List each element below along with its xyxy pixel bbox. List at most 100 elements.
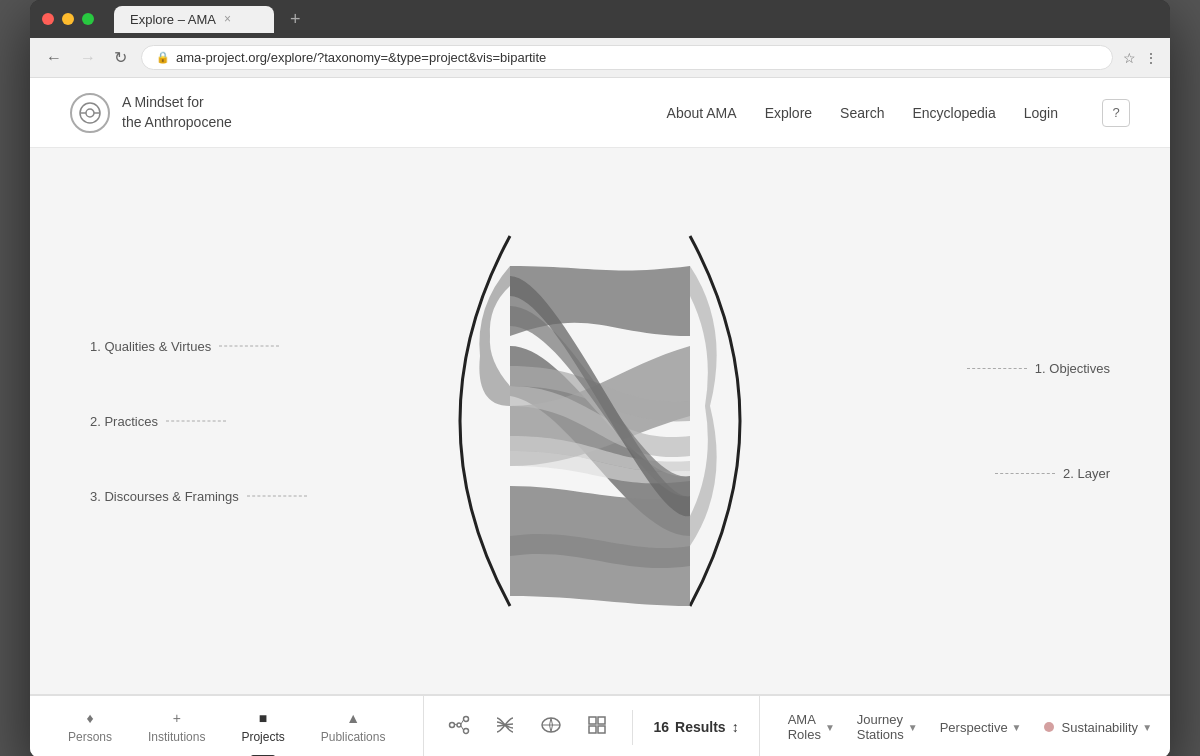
nav-search[interactable]: Search: [840, 105, 884, 121]
ama-roles-arrow: ▼: [825, 722, 835, 733]
maximize-button[interactable]: [82, 13, 94, 25]
bipartite-svg: [310, 206, 890, 636]
forward-button[interactable]: →: [76, 45, 100, 71]
site-nav: About AMA Explore Search Encyclopedia Lo…: [667, 99, 1130, 127]
results-count: 16 Results ↕: [633, 696, 759, 756]
nav-about-ama[interactable]: About AMA: [667, 105, 737, 121]
publications-label: Publications: [321, 730, 386, 744]
sustainability-label: Sustainability: [1062, 720, 1139, 735]
grid-icon: [586, 714, 608, 736]
left-label-2: 2. Practices: [90, 414, 307, 429]
new-tab-button[interactable]: +: [290, 9, 301, 30]
map-viz-button[interactable]: [536, 710, 566, 745]
results-label: Results: [675, 719, 726, 735]
logo-circle: [70, 93, 110, 133]
svg-rect-16: [598, 726, 605, 733]
lock-icon: 🔒: [156, 51, 170, 64]
left-label-1: 1. Qualities & Virtues: [90, 339, 307, 354]
projects-icon: ■: [259, 710, 267, 726]
tab-title: Explore – AMA: [130, 12, 216, 27]
browser-window: Explore – AMA × + ← → ↻ 🔒 ama-project.or…: [30, 0, 1170, 756]
right-label-1: 1. Objectives: [967, 361, 1110, 376]
site-logo: A Mindset for the Anthropocene: [70, 93, 232, 133]
svg-rect-13: [589, 717, 596, 724]
svg-point-4: [450, 722, 455, 727]
svg-point-7: [457, 723, 461, 727]
svg-point-6: [464, 728, 469, 733]
journey-stations-arrow: ▼: [908, 722, 918, 733]
help-button[interactable]: ?: [1102, 99, 1130, 127]
nav-login[interactable]: Login: [1024, 105, 1058, 121]
publications-icon: ▲: [346, 710, 360, 726]
back-button[interactable]: ←: [42, 45, 66, 71]
address-bar[interactable]: 🔒 ama-project.org/explore/?taxonomy=&typ…: [141, 45, 1113, 70]
left-label-3: 3. Discourses & Framings: [90, 489, 307, 504]
tab-projects[interactable]: ■ Projects: [223, 696, 302, 756]
journey-stations-label: Journey Stations: [857, 712, 904, 742]
bipartite-viz-button[interactable]: [490, 710, 520, 745]
tab-persons[interactable]: ♦ Persons: [50, 696, 130, 756]
site-title-text: A Mindset for the Anthropocene: [122, 93, 232, 132]
map-icon: [540, 714, 562, 736]
svg-rect-15: [589, 726, 596, 733]
count-number: 16: [653, 719, 669, 735]
browser-tab[interactable]: Explore – AMA ×: [114, 6, 274, 33]
browser-titlebar: Explore – AMA × +: [30, 0, 1170, 38]
filter-inner-change[interactable]: Inner Change ▼: [1166, 708, 1170, 746]
viz-area: 1. Qualities & Virtues 2. Practices 3. D…: [30, 148, 1170, 694]
svg-line-10: [461, 726, 464, 730]
right-label-2: 2. Layer: [967, 466, 1110, 481]
nav-explore[interactable]: Explore: [765, 105, 812, 121]
persons-icon: ♦: [86, 710, 93, 726]
minimize-button[interactable]: [62, 13, 74, 25]
right-labels: 1. Objectives 2. Layer: [967, 361, 1110, 481]
toolbar-icons: ☆ ⋮: [1123, 50, 1158, 66]
institutions-label: Institutions: [148, 730, 205, 744]
filter-perspective[interactable]: Perspective ▼: [932, 716, 1030, 739]
bookmark-button[interactable]: ☆: [1123, 50, 1136, 66]
projects-label: Projects: [241, 730, 284, 744]
reload-button[interactable]: ↻: [110, 44, 131, 71]
tab-institutions[interactable]: + Institutions: [130, 696, 223, 756]
site-title-line1: A Mindset for: [122, 93, 232, 113]
tab-publications[interactable]: ▲ Publications: [303, 696, 404, 756]
label-layer: 2. Layer: [1063, 466, 1110, 481]
site-header: A Mindset for the Anthropocene About AMA…: [30, 78, 1170, 148]
grid-viz-button[interactable]: [582, 710, 612, 745]
logo-icon: [78, 101, 102, 125]
svg-line-9: [461, 720, 464, 724]
entity-tabs: ♦ Persons + Institutions ■ Projects ▲ Pu…: [50, 696, 424, 756]
sustainability-arrow: ▼: [1142, 722, 1152, 733]
nav-encyclopedia[interactable]: Encyclopedia: [912, 105, 995, 121]
dotted-line-2: [166, 421, 226, 422]
url-text: ama-project.org/explore/?taxonomy=&type=…: [176, 50, 546, 65]
dotted-line-r2: [995, 473, 1055, 474]
bipartite-chart[interactable]: [310, 206, 890, 636]
sustainability-dot: [1044, 722, 1054, 732]
network-viz-button[interactable]: [444, 710, 474, 745]
label-qualities-virtues: 1. Qualities & Virtues: [90, 339, 211, 354]
bottom-toolbar: ♦ Persons + Institutions ■ Projects ▲ Pu…: [30, 694, 1170, 756]
browser-toolbar: ← → ↻ 🔒 ama-project.org/explore/?taxonom…: [30, 38, 1170, 78]
filter-sustainability[interactable]: Sustainability ▼: [1036, 716, 1161, 739]
site-title-line2: the Anthropocene: [122, 113, 232, 133]
bipartite-icon: [494, 714, 516, 736]
dotted-line-3: [247, 496, 307, 497]
sort-icon[interactable]: ↕: [732, 719, 739, 735]
filter-ama-roles[interactable]: AMA Roles ▼: [780, 708, 843, 746]
label-objectives: 1. Objectives: [1035, 361, 1110, 376]
perspective-label: Perspective: [940, 720, 1008, 735]
dotted-line-r1: [967, 368, 1027, 369]
svg-point-5: [464, 716, 469, 721]
page-content: A Mindset for the Anthropocene About AMA…: [30, 78, 1170, 756]
network-icon: [448, 714, 470, 736]
left-labels: 1. Qualities & Virtues 2. Practices 3. D…: [90, 339, 307, 504]
tab-close-icon[interactable]: ×: [224, 12, 231, 26]
menu-button[interactable]: ⋮: [1144, 50, 1158, 66]
perspective-arrow: ▼: [1012, 722, 1022, 733]
ama-roles-label: AMA Roles: [788, 712, 821, 742]
svg-point-1: [86, 109, 94, 117]
label-discourses: 3. Discourses & Framings: [90, 489, 239, 504]
close-button[interactable]: [42, 13, 54, 25]
filter-journey-stations[interactable]: Journey Stations ▼: [849, 708, 926, 746]
